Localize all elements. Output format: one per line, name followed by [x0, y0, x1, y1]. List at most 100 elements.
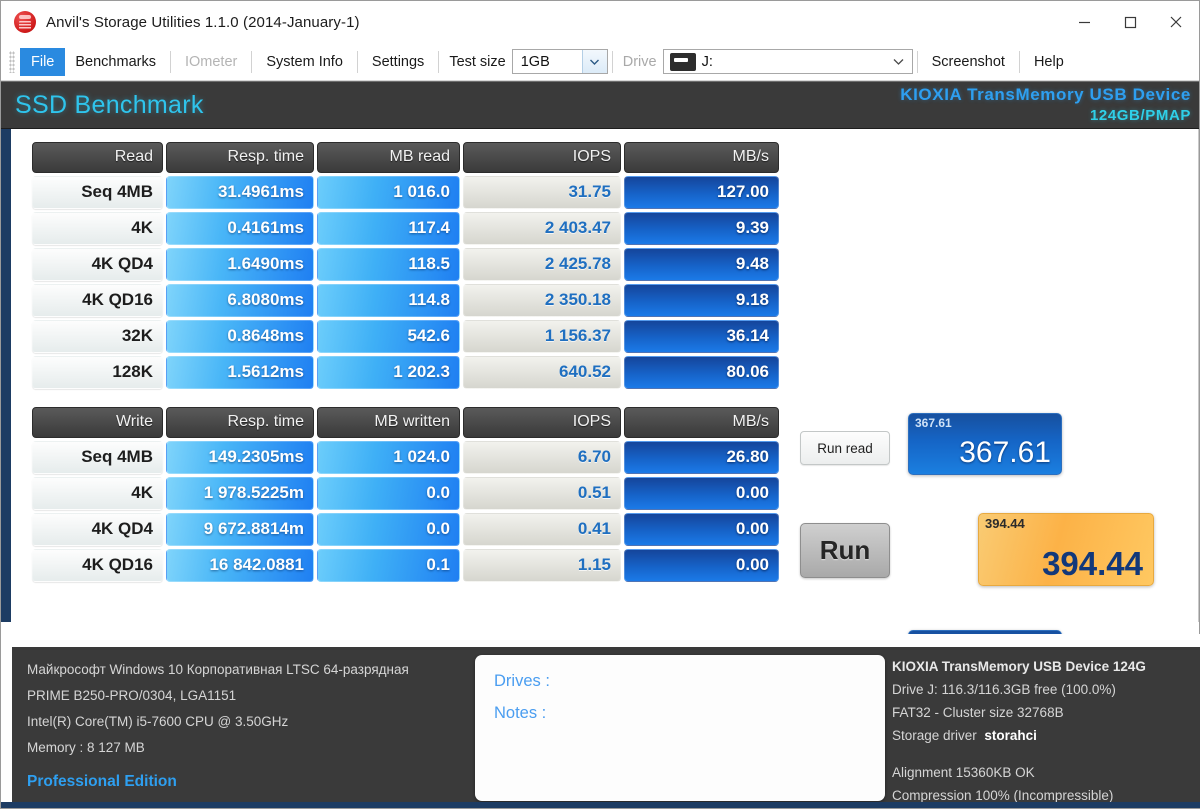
cell-mbs: 36.14	[624, 320, 779, 353]
table-row: Seq 4MB 31.4961ms 1 016.0 31.75 127.00	[32, 176, 779, 209]
app-window: Anvil's Storage Utilities 1.1.0 (2014-Ja…	[0, 0, 1200, 809]
write-table-header-row: Write Resp. time MB written IOPS MB/s	[32, 407, 779, 438]
cell-iops: 2 350.18	[463, 284, 621, 317]
menu-divider	[1019, 51, 1020, 73]
chevron-down-icon[interactable]	[582, 50, 607, 73]
table-row: 4K 1 978.5225m 0.0 0.51 0.00	[32, 477, 779, 510]
cell-mbs: 0.00	[624, 477, 779, 510]
menu-benchmarks[interactable]: Benchmarks	[65, 49, 166, 75]
test-size-label: Test size	[443, 54, 511, 70]
cell-mbs: 9.39	[624, 212, 779, 245]
anvil-app-icon	[14, 11, 36, 33]
cell-resp: 6.8080ms	[166, 284, 314, 317]
table-row: 32K 0.8648ms 542.6 1 156.37 36.14	[32, 320, 779, 353]
usb-drive-icon	[670, 53, 696, 71]
storage-driver-label: Storage driver	[892, 728, 977, 743]
menu-bar: File Benchmarks IOmeter System Info Sett…	[1, 43, 1199, 81]
write-col-iops: IOPS	[463, 407, 621, 438]
write-col-mb: MB written	[317, 407, 460, 438]
row-label: 4K QD16	[32, 549, 163, 582]
read-table-header-row: Read Resp. time MB read IOPS MB/s	[32, 142, 779, 173]
cell-resp: 0.8648ms	[166, 320, 314, 353]
device-capacity: 124GB/PMAP	[900, 105, 1191, 126]
cell-resp: 1 978.5225m	[166, 477, 314, 510]
toolbar-grip-icon[interactable]	[9, 51, 15, 73]
bottom-panel: Майкрософт Windows 10 Корпоративная LTSC…	[1, 634, 1200, 808]
menu-file[interactable]: File	[20, 48, 65, 76]
menu-system-info[interactable]: System Info	[256, 49, 353, 75]
cell-mbs: 0.00	[624, 549, 779, 582]
row-label: 128K	[32, 356, 163, 389]
table-row: 128K 1.5612ms 1 202.3 640.52 80.06	[32, 356, 779, 389]
drive-info-device: KIOXIA TransMemory USB Device 124G	[892, 655, 1146, 678]
drive-info-filesystem: FAT32 - Cluster size 32768B	[892, 701, 1146, 724]
read-col-resp: Resp. time	[166, 142, 314, 173]
notes-label: Notes :	[494, 697, 885, 729]
cell-resp: 9 672.8814m	[166, 513, 314, 546]
cell-mb: 117.4	[317, 212, 460, 245]
row-label: 4K QD4	[32, 248, 163, 281]
read-col-mbs: MB/s	[624, 142, 779, 173]
read-score-box: 367.61 367.61	[908, 413, 1062, 475]
cell-mb: 0.0	[317, 513, 460, 546]
test-size-select[interactable]: 1GB	[512, 49, 608, 74]
cell-mb: 1 202.3	[317, 356, 460, 389]
write-col-mbs: MB/s	[624, 407, 779, 438]
drive-value: J:	[702, 54, 713, 70]
close-icon[interactable]	[1153, 1, 1199, 43]
table-row: 4K QD4 9 672.8814m 0.0 0.41 0.00	[32, 513, 779, 546]
write-col-resp: Resp. time	[166, 407, 314, 438]
status-bar	[1, 802, 1200, 808]
cell-resp: 16 842.0881	[166, 549, 314, 582]
cell-iops: 0.51	[463, 477, 621, 510]
maximize-icon[interactable]	[1107, 1, 1153, 43]
window-title: Anvil's Storage Utilities 1.1.0 (2014-Ja…	[46, 14, 360, 31]
row-label: Seq 4MB	[32, 176, 163, 209]
drive-info-storage-driver: Storage driver storahci	[892, 724, 1146, 747]
menu-help[interactable]: Help	[1024, 49, 1074, 75]
benchmark-header-band: SSD Benchmark KIOXIA TransMemory USB Dev…	[1, 81, 1199, 129]
results-tables: Read Resp. time MB read IOPS MB/s Seq 4M…	[29, 139, 782, 585]
device-header: KIOXIA TransMemory USB Device 124GB/PMAP	[900, 84, 1191, 126]
cell-iops: 1 156.37	[463, 320, 621, 353]
window-controls	[1061, 1, 1199, 43]
cell-iops: 640.52	[463, 356, 621, 389]
minimize-icon[interactable]	[1061, 1, 1107, 43]
menu-divider	[612, 51, 613, 73]
menu-settings[interactable]: Settings	[362, 49, 434, 75]
run-button[interactable]: Run	[800, 523, 890, 578]
menu-divider	[170, 51, 171, 73]
cell-mb: 1 016.0	[317, 176, 460, 209]
cell-mb: 542.6	[317, 320, 460, 353]
row-label: Seq 4MB	[32, 441, 163, 474]
cell-mbs: 127.00	[624, 176, 779, 209]
cpu-line: Intel(R) Core(TM) i5-7600 CPU @ 3.50GHz	[27, 709, 409, 735]
cell-mbs: 80.06	[624, 356, 779, 389]
table-row: 4K QD16 16 842.0881 0.1 1.15 0.00	[32, 549, 779, 582]
chevron-down-icon[interactable]	[886, 58, 912, 65]
drive-info-alignment: Alignment 15360KB OK	[892, 761, 1146, 784]
test-size-value: 1GB	[513, 54, 558, 70]
write-col-title: Write	[32, 407, 163, 438]
read-results-table: Read Resp. time MB read IOPS MB/s Seq 4M…	[29, 139, 782, 392]
motherboard-line: PRIME B250-PRO/0304, LGA1151	[27, 683, 409, 709]
table-row: 4K QD4 1.6490ms 118.5 2 425.78 9.48	[32, 248, 779, 281]
cell-mbs: 9.18	[624, 284, 779, 317]
drive-select[interactable]: J:	[663, 49, 913, 74]
cell-resp: 1.5612ms	[166, 356, 314, 389]
total-score-value: 394.44	[1042, 548, 1143, 580]
os-line: Майкрософт Windows 10 Корпоративная LTSC…	[27, 657, 409, 683]
cell-mb: 0.1	[317, 549, 460, 582]
drives-label: Drives :	[494, 665, 885, 697]
spacer	[892, 747, 1146, 761]
notes-panel[interactable]: Drives : Notes :	[475, 655, 885, 801]
menu-divider	[438, 51, 439, 73]
row-label: 32K	[32, 320, 163, 353]
drive-label: Drive	[617, 54, 663, 70]
menu-screenshot[interactable]: Screenshot	[922, 49, 1015, 75]
read-col-title: Read	[32, 142, 163, 173]
bottom-dark-panel: Майкрософт Windows 10 Корпоративная LTSC…	[12, 647, 1200, 808]
cell-iops: 2 403.47	[463, 212, 621, 245]
run-read-button[interactable]: Run read	[800, 431, 890, 465]
cell-mb: 114.8	[317, 284, 460, 317]
